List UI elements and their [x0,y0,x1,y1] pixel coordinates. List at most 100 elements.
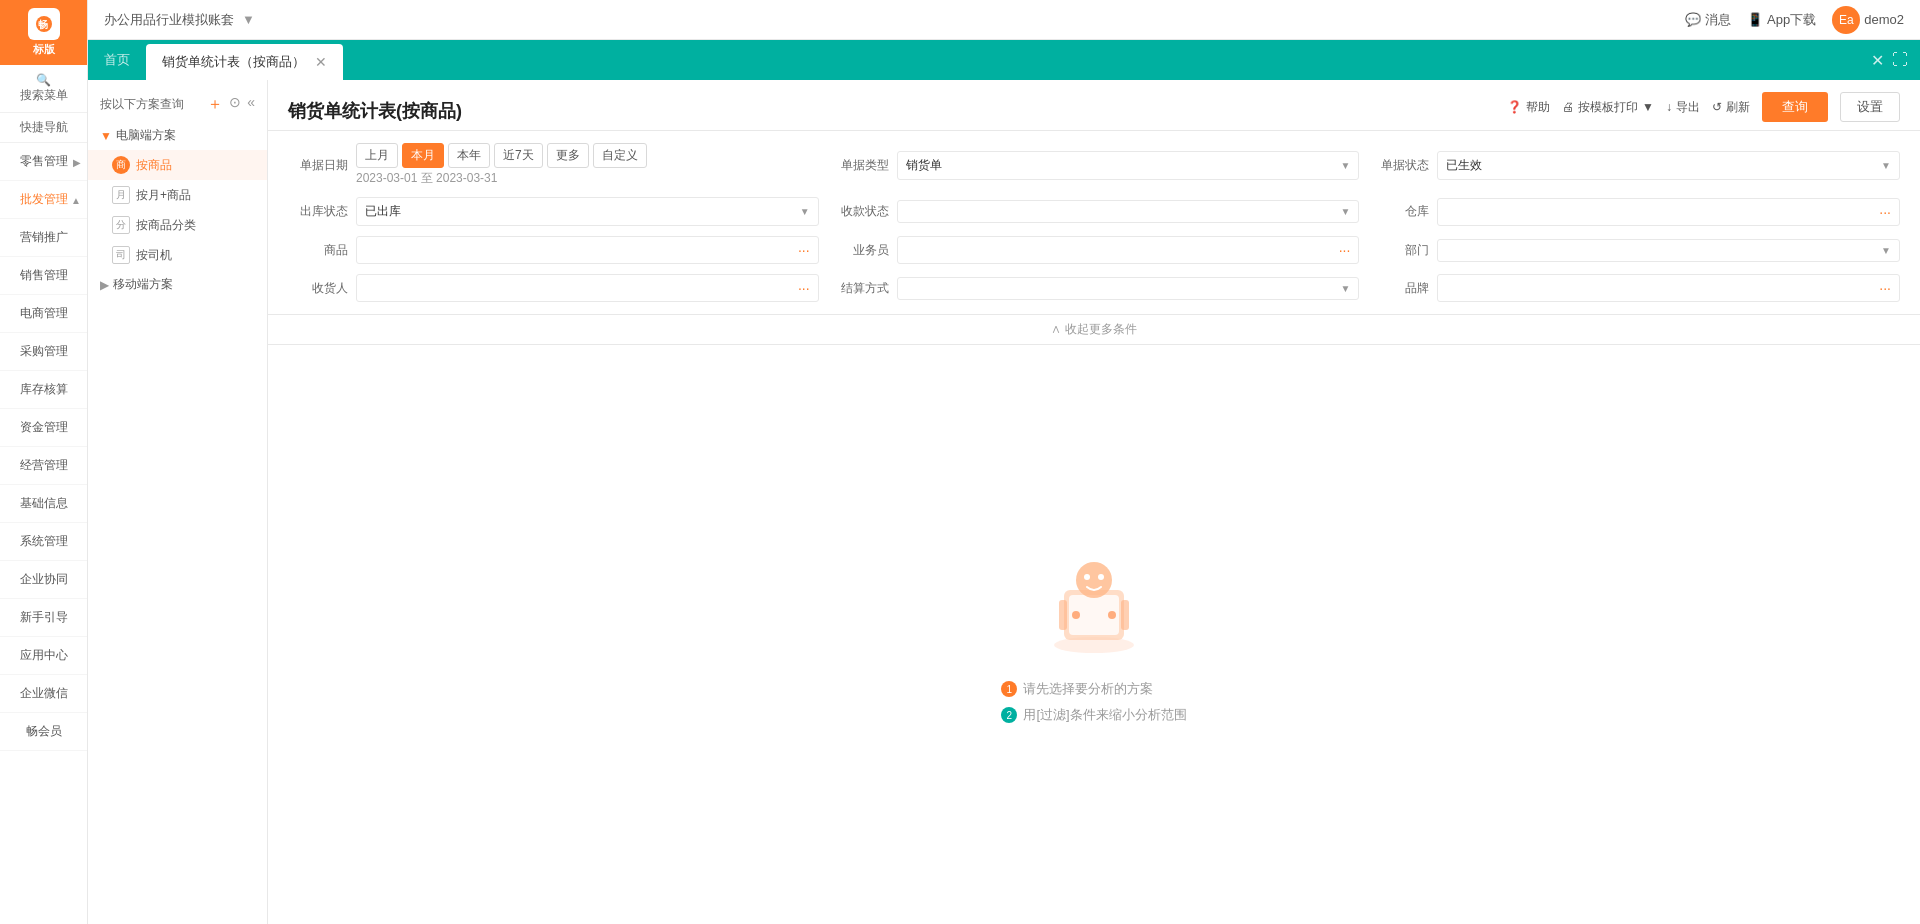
goods-dots-icon[interactable]: ··· [798,242,810,258]
scheme-item-by-month-goods[interactable]: 月 按月+商品 [88,180,267,210]
dept-dropdown-icon: ▼ [1881,245,1891,256]
tab-close-icon[interactable]: ✕ [315,54,327,70]
message-icon: 💬 [1685,12,1701,27]
tab-home[interactable]: 首页 [88,40,146,80]
out-status-field[interactable]: 已出库 ▼ [356,197,819,226]
brand-field[interactable]: ··· [1437,274,1900,302]
export-icon: ↓ [1666,100,1672,114]
refresh-btn[interactable]: ↺ 刷新 [1712,99,1750,116]
scheme-item-by-goods[interactable]: 商 按商品 [88,150,267,180]
settings-button[interactable]: 设置 [1840,92,1900,122]
sidebar-item-purchase[interactable]: 采购管理 [0,333,87,371]
print-label: 按模板打印 [1578,99,1638,116]
refresh-scheme-icon[interactable]: ⊙ [229,94,241,115]
sidebar-item-finance-label: 资金管理 [20,419,68,436]
status-field[interactable]: 已生效 ▼ [1437,151,1900,180]
message-btn[interactable]: 💬 消息 [1685,11,1731,29]
date-btn-last-month[interactable]: 上月 [356,143,398,168]
quick-nav[interactable]: 快捷导航 [0,113,87,143]
sidebar-item-guide-label: 新手引导 [20,609,68,626]
sidebar-item-wechat[interactable]: 企业微信 [0,675,87,713]
search-menu-label: 搜索菜单 [0,87,87,104]
sidebar-item-sales[interactable]: 销售管理 [0,257,87,295]
filter-cell-collect-status: 收款状态 ▼ [829,200,1360,223]
sidebar-item-marketing-label: 营销推广 [20,229,68,246]
tab-maximize-icon[interactable]: ⛶ [1892,51,1908,69]
status-label: 单据状态 [1369,157,1429,174]
query-button[interactable]: 查询 [1762,92,1828,122]
date-btn-more[interactable]: 更多 [547,143,589,168]
date-btn-custom[interactable]: 自定义 [593,143,647,168]
scheme-item-by-cashier[interactable]: 司 按司机 [88,240,267,270]
filter-cell-brand: 品牌 ··· [1369,274,1900,302]
sidebar-item-operation[interactable]: 经营管理 [0,447,87,485]
add-scheme-icon[interactable]: ＋ [207,94,223,115]
scheme-group-mobile-header[interactable]: ▶ 移动端方案 [88,270,267,299]
tab-report[interactable]: 销货单统计表（按商品） ✕ [146,44,343,80]
topbar-right: 💬 消息 📱 App下载 Ea demo2 [1685,6,1904,34]
settle-field[interactable]: ▼ [897,277,1360,300]
help-btn[interactable]: ❓ 帮助 [1507,99,1550,116]
sidebar-item-ecommerce[interactable]: 电商管理 [0,295,87,333]
print-btn[interactable]: 🖨 按模板打印 ▼ [1562,99,1654,116]
sidebar-item-basic[interactable]: 基础信息 [0,485,87,523]
tab-controls: ✕ ⛶ [1859,40,1920,80]
sidebar-item-coop[interactable]: 企业协同 [0,561,87,599]
svg-rect-8 [1059,600,1067,630]
receiver-dots-icon[interactable]: ··· [798,280,810,296]
collect-status-field[interactable]: ▼ [897,200,1360,223]
export-btn[interactable]: ↓ 导出 [1666,99,1700,116]
scheme-item-by-category-label: 按商品分类 [136,217,196,234]
user-profile[interactable]: Ea demo2 [1832,6,1904,34]
goods-field[interactable]: ··· [356,236,819,264]
sidebar-item-guide[interactable]: 新手引导 [0,599,87,637]
filter-cell-settle: 结算方式 ▼ [829,277,1360,300]
app-download-btn[interactable]: 📱 App下载 [1747,11,1816,29]
expand-mobile-icon: ▶ [100,278,109,292]
filter-row-3: 商品 ··· 业务员 ··· 部门 [288,236,1900,264]
print-dropdown-icon: ▼ [1642,100,1654,114]
warehouse-field[interactable]: ··· [1437,198,1900,226]
sidebar-item-retail[interactable]: 零售管理 ▶ [0,143,87,181]
dropdown-arrow-icon[interactable]: ▼ [242,12,255,27]
receiver-label: 收货人 [288,280,348,297]
refresh-label: 刷新 [1726,99,1750,116]
collapse-bar[interactable]: ∧ 收起更多条件 [268,315,1920,345]
brand-dots-icon[interactable]: ··· [1879,280,1891,296]
page-header: 销货单统计表(按商品) ❓ 帮助 🖨 按模板打印 ▼ ↓ 导出 [268,80,1920,131]
filter-cell-goods: 商品 ··· [288,236,819,264]
staff-dots-icon[interactable]: ··· [1339,242,1351,258]
sidebar-item-system[interactable]: 系统管理 [0,523,87,561]
sidebar-item-wholesale[interactable]: 批发管理 ▲ [0,181,87,219]
sidebar-item-member[interactable]: 畅会员 [0,713,87,751]
warehouse-dots-icon[interactable]: ··· [1879,204,1891,220]
sidebar-item-appcenter[interactable]: 应用中心 [0,637,87,675]
type-field[interactable]: 销货单 ▼ [897,151,1360,180]
staff-field[interactable]: ··· [897,236,1360,264]
collapse-label: ∧ 收起更多条件 [1051,322,1136,336]
date-btn-this-month[interactable]: 本月 [402,143,444,168]
sidebar-item-marketing[interactable]: 营销推广 [0,219,87,257]
sidebar-item-finance[interactable]: 资金管理 [0,409,87,447]
warehouse-label: 仓库 [1369,203,1429,220]
tab-close-all-icon[interactable]: ✕ [1871,51,1884,70]
sidebar-item-sales-label: 销售管理 [20,267,68,284]
page-header-actions: ❓ 帮助 🖨 按模板打印 ▼ ↓ 导出 ↺ 刷新 [1507,92,1900,130]
svg-point-10 [1072,611,1080,619]
empty-state: 1 请先选择要分析的方案 2 用[过滤]条件来缩小分析范围 [268,345,1920,924]
scheme-item-by-category[interactable]: 分 按商品分类 [88,210,267,240]
dept-field[interactable]: ▼ [1437,239,1900,262]
receiver-field[interactable]: ··· [356,274,819,302]
date-btn-7days[interactable]: 近7天 [494,143,543,168]
filter-area: 单据日期 上月 本月 本年 近7天 更多 自定义 2023-03-01 至 20… [268,131,1920,315]
refresh-icon: ↺ [1712,100,1722,114]
sidebar-item-inventory[interactable]: 库存核算 [0,371,87,409]
scheme-item-by-cashier-label: 按司机 [136,247,172,264]
filter-row-1: 单据日期 上月 本月 本年 近7天 更多 自定义 2023-03-01 至 20… [288,143,1900,187]
search-menu[interactable]: 🔍 搜索菜单 [0,65,87,113]
help-icon: ❓ [1507,100,1522,114]
collapse-panel-icon[interactable]: « [247,94,255,115]
message-label: 消息 [1705,11,1731,29]
date-btn-this-year[interactable]: 本年 [448,143,490,168]
scheme-group-desktop-header[interactable]: ▼ 电脑端方案 [88,121,267,150]
